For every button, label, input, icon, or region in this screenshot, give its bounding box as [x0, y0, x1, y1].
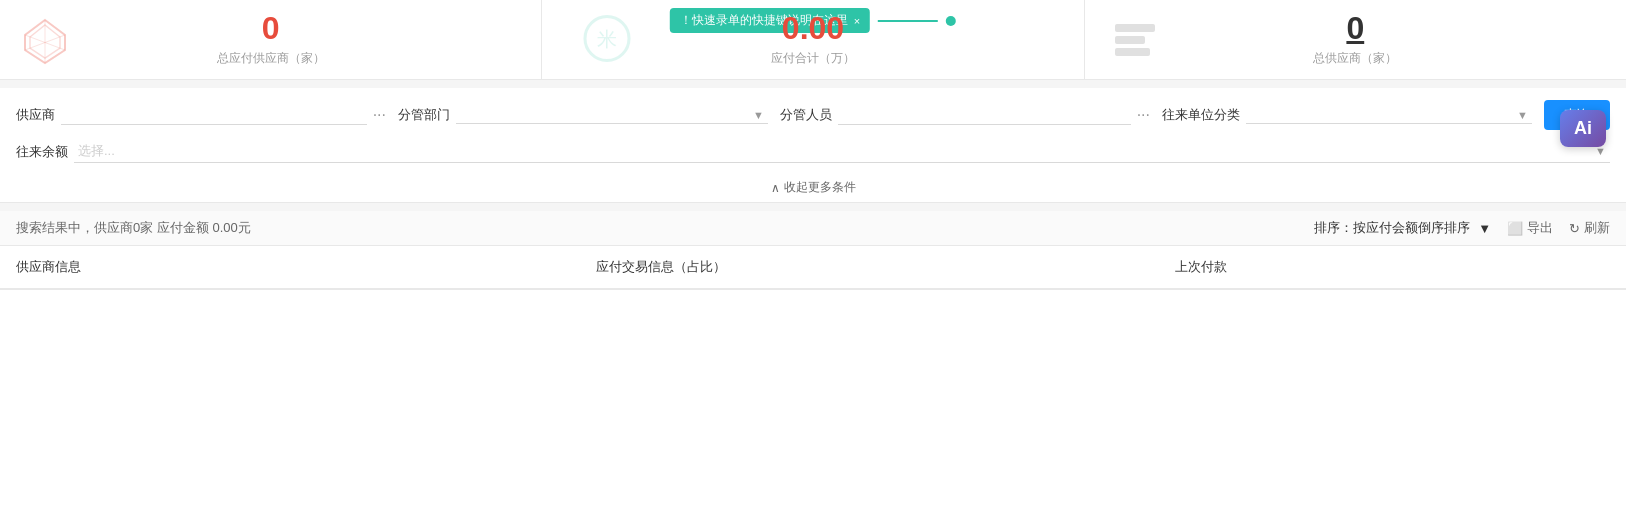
filter-row-2: 往来余额 选择... ▼: [16, 140, 1610, 163]
department-chevron-icon: ▼: [753, 109, 764, 121]
balance-label: 往来余额: [16, 143, 68, 161]
unit-filter: 往来单位分类 ▼: [1162, 106, 1532, 124]
mint-icon: 米: [582, 13, 632, 63]
export-button[interactable]: ⬜ 导出: [1507, 219, 1553, 237]
stats-bar: 0 总应付供应商（家） 米 0.00 应付合计（万） ！快速录单的快捷键说明在这…: [0, 0, 1626, 80]
sort-label: 排序：按应付会额倒序排序: [1314, 219, 1470, 237]
filter-area: 供应商 ··· 分管部门 ▼ 分管人员 ··· 往来单位分类 ▼: [0, 88, 1626, 203]
supplier-filter: 供应商 ···: [16, 105, 386, 125]
unit-select[interactable]: ▼: [1246, 107, 1532, 124]
supplier-label: 供应商: [16, 106, 55, 124]
balance-filter: 往来余额 选择... ▼: [16, 140, 1610, 163]
stat1-label: 总应付供应商（家）: [217, 50, 325, 67]
col-payable-header: 应付交易信息（占比）: [596, 258, 1176, 276]
balance-select[interactable]: 选择... ▼: [74, 140, 1610, 163]
ai-badge-button[interactable]: Ai: [1560, 110, 1606, 147]
stat3-label: 总供应商（家）: [1313, 50, 1397, 67]
stat-total-payable: 米 0.00 应付合计（万） ！快速录单的快捷键说明在这里 ×: [542, 0, 1084, 79]
filter-row-1: 供应商 ··· 分管部门 ▼ 分管人员 ··· 往来单位分类 ▼: [16, 100, 1610, 130]
person-more-btn[interactable]: ···: [1137, 106, 1150, 124]
export-icon: ⬜: [1507, 221, 1523, 236]
tooltip-dot: [946, 16, 956, 26]
diamond-logo-icon: [20, 15, 70, 65]
svg-text:米: 米: [597, 27, 617, 49]
department-select[interactable]: ▼: [456, 107, 768, 124]
export-label: 导出: [1527, 219, 1553, 237]
col-supplier-header: 供应商信息: [16, 258, 596, 276]
sort-chevron-icon: ▼: [1478, 221, 1491, 236]
person-input[interactable]: [838, 105, 1131, 125]
stat-total-suppliers-payable: 0 总应付供应商（家）: [0, 0, 542, 79]
refresh-label: 刷新: [1584, 219, 1610, 237]
stat2-number: 0.00: [771, 12, 855, 44]
refresh-button[interactable]: ↻ 刷新: [1569, 219, 1610, 237]
stat-total-all-suppliers: 0 总供应商（家）: [1085, 0, 1626, 79]
gray-blocks-decoration: [1115, 24, 1155, 56]
stat3-number: 0: [1313, 12, 1397, 44]
unit-label: 往来单位分类: [1162, 106, 1240, 124]
supplier-input[interactable]: [61, 105, 367, 125]
result-actions: 排序：按应付会额倒序排序 ▼ ⬜ 导出 ↻ 刷新: [1314, 219, 1610, 237]
result-info: 搜索结果中，供应商0家 应付金额 0.00元: [16, 219, 251, 237]
unit-chevron-icon: ▼: [1517, 109, 1528, 121]
supplier-more-btn[interactable]: ···: [373, 106, 386, 124]
collapse-row: ∧ 收起更多条件: [16, 173, 1610, 202]
department-filter: 分管部门 ▼: [398, 106, 768, 124]
balance-placeholder: 选择...: [78, 142, 1595, 160]
stat2-label: 应付合计（万）: [771, 50, 855, 67]
table-header: 供应商信息 应付交易信息（占比） 上次付款: [0, 246, 1626, 290]
collapse-label: 收起更多条件: [784, 179, 856, 196]
collapse-icon: ∧: [771, 181, 780, 195]
table-body: [0, 290, 1626, 515]
table-area: 供应商信息 应付交易信息（占比） 上次付款: [0, 246, 1626, 515]
sort-select[interactable]: 排序：按应付会额倒序排序 ▼: [1314, 219, 1491, 237]
person-label: 分管人员: [780, 106, 832, 124]
person-filter: 分管人员 ···: [780, 105, 1150, 125]
stat1-number: 0: [217, 12, 325, 44]
collapse-button[interactable]: ∧ 收起更多条件: [771, 179, 856, 196]
department-label: 分管部门: [398, 106, 450, 124]
col-lastpay-header: 上次付款: [1175, 258, 1610, 276]
refresh-icon: ↻: [1569, 221, 1580, 236]
tooltip-line: [878, 20, 938, 22]
result-bar: 搜索结果中，供应商0家 应付金额 0.00元 排序：按应付会额倒序排序 ▼ ⬜ …: [0, 211, 1626, 246]
